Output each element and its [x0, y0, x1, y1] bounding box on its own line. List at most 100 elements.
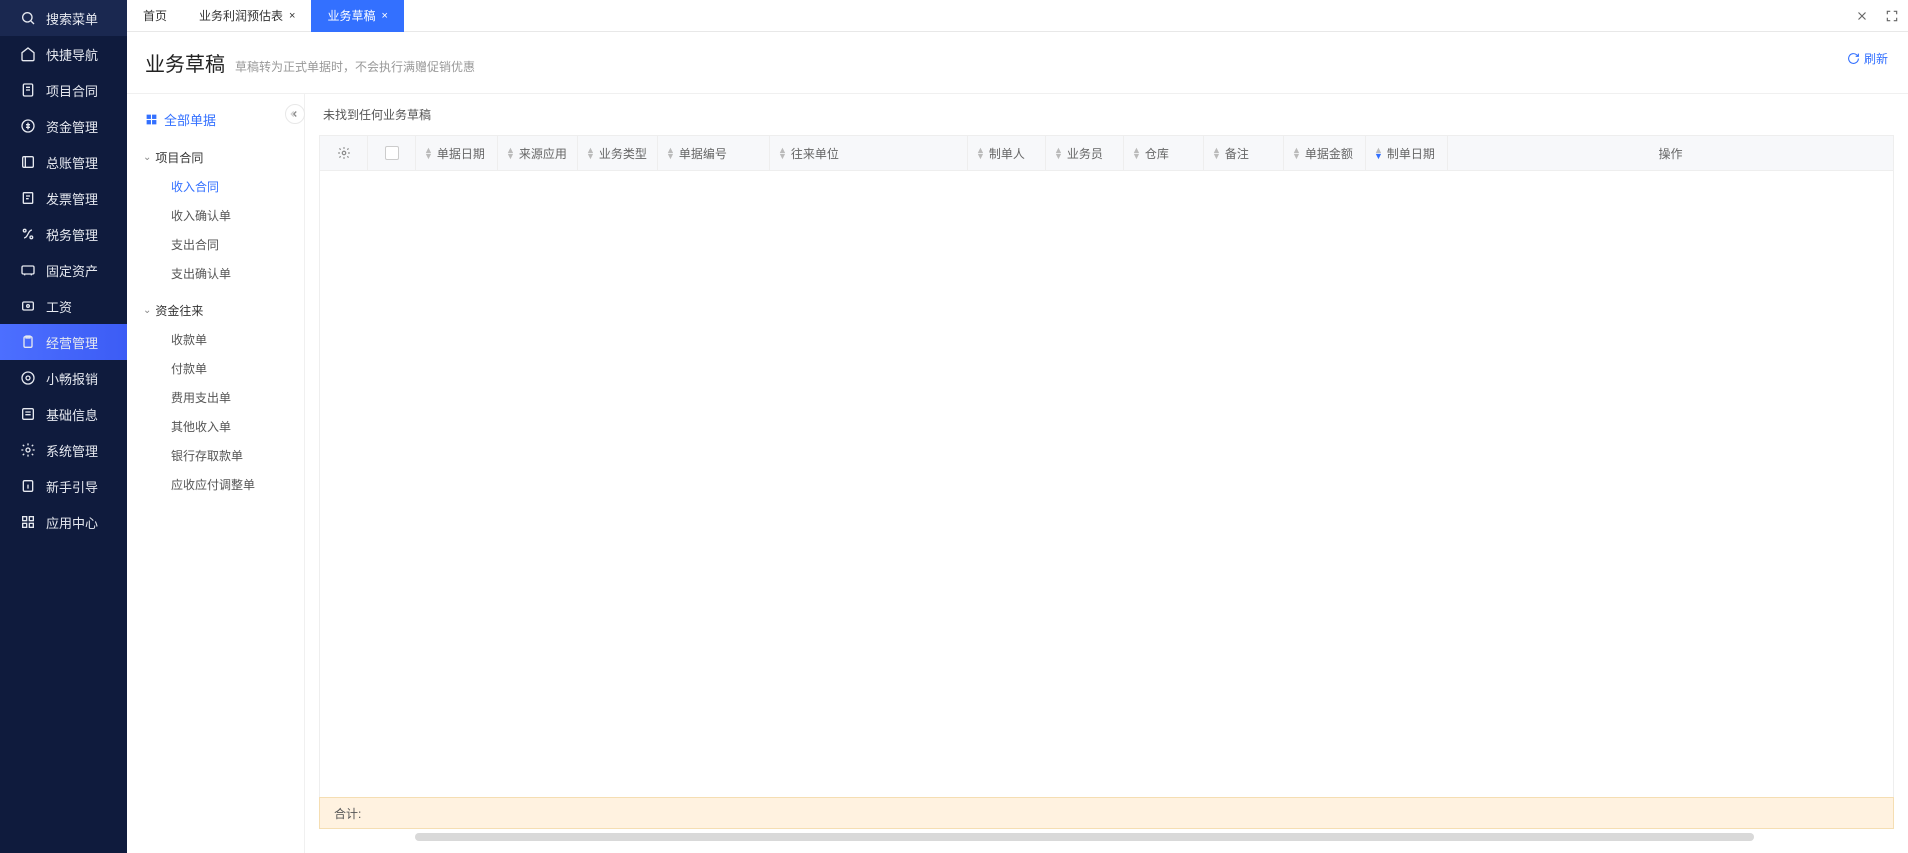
select-all-checkbox[interactable]	[368, 136, 416, 170]
sort-icon: ▲▼	[424, 147, 433, 159]
tree-leaf-ar-ap-adjust[interactable]: 应收应付调整单	[127, 470, 304, 499]
tab-profit-estimate[interactable]: 业务利润预估表 ×	[183, 0, 311, 32]
tree-leaf-expense-confirm[interactable]: 支出确认单	[127, 259, 304, 288]
table: ▲▼单据日期 ▲▼来源应用 ▲▼业务类型 ▲▼单据编号 ▲▼往来单位 ▲▼制单人…	[319, 135, 1894, 843]
refresh-button[interactable]: 刷新	[1847, 50, 1888, 67]
sidebar-item-guide[interactable]: 新手引导	[0, 468, 127, 504]
column-salesperson[interactable]: ▲▼业务员	[1046, 136, 1124, 170]
main-sidebar: 搜索菜单 快捷导航 项目合同 资金管理 总账管理 发票管理 税务管理 固定资产 …	[0, 0, 127, 853]
tree-leaf-expense-bill[interactable]: 费用支出单	[127, 383, 304, 412]
ledger-icon	[18, 152, 38, 172]
column-settings-button[interactable]	[320, 136, 368, 170]
money-icon	[18, 116, 38, 136]
column-warehouse[interactable]: ▲▼仓库	[1124, 136, 1204, 170]
column-actions: 操作	[1448, 136, 1893, 170]
tree-group-funds: ⌄ 资金往来 收款单 付款单 费用支出单 其他收入单 银行存取款单 应收应付调整…	[127, 296, 304, 499]
close-all-tabs-button[interactable]	[1850, 4, 1874, 28]
salary-icon	[18, 296, 38, 316]
collapse-tree-button[interactable]	[285, 104, 305, 124]
column-partner[interactable]: ▲▼往来单位	[770, 136, 968, 170]
column-bill-no[interactable]: ▲▼单据编号	[658, 136, 770, 170]
invoice-icon	[18, 188, 38, 208]
sort-icon: ▲▼	[1374, 147, 1383, 159]
tree-leaf-bank-transfer[interactable]: 银行存取款单	[127, 441, 304, 470]
sidebar-item-label: 应用中心	[46, 513, 98, 532]
sidebar-item-search[interactable]: 搜索菜单	[0, 0, 127, 36]
tab-home[interactable]: 首页	[127, 0, 183, 32]
page-body: 全部单据 ⌄ 项目合同 收入合同 收入确认单 支出合同 支出确认单 ⌄ 资金往来	[127, 94, 1908, 853]
sidebar-item-label: 新手引导	[46, 477, 98, 496]
tab-label: 业务草稿	[327, 7, 375, 24]
horizontal-scrollbar[interactable]	[319, 833, 1894, 843]
chevron-left-icon	[290, 109, 300, 119]
table-footer: 合计:	[319, 797, 1894, 829]
sidebar-item-label: 资金管理	[46, 117, 98, 136]
scroll-thumb[interactable]	[415, 833, 1754, 841]
column-creator[interactable]: ▲▼制单人	[968, 136, 1046, 170]
sidebar-item-contract[interactable]: 项目合同	[0, 72, 127, 108]
reimburse-icon	[18, 368, 38, 388]
tab-label: 业务利润预估表	[199, 7, 283, 24]
column-amount[interactable]: ▲▼单据金额	[1284, 136, 1366, 170]
checkbox-icon	[385, 146, 399, 160]
sidebar-item-invoice[interactable]: 发票管理	[0, 180, 127, 216]
sidebar-item-business[interactable]: 经营管理	[0, 324, 127, 360]
sort-icon: ▲▼	[1054, 147, 1063, 159]
sort-icon: ▲▼	[1212, 147, 1221, 159]
tree-leaf-receipt[interactable]: 收款单	[127, 325, 304, 354]
tree-leaf-payment[interactable]: 付款单	[127, 354, 304, 383]
sidebar-item-quicknav[interactable]: 快捷导航	[0, 36, 127, 72]
sidebar-item-system[interactable]: 系统管理	[0, 432, 127, 468]
tree-group-label: 资金往来	[155, 302, 203, 319]
grid-icon	[145, 113, 158, 126]
sort-icon: ▲▼	[666, 147, 675, 159]
fullscreen-button[interactable]	[1880, 4, 1904, 28]
page-header: 业务草稿 草稿转为正式单据时，不会执行满赠促销优惠 刷新	[127, 32, 1908, 94]
chevron-down-icon: ⌄	[143, 152, 151, 163]
sidebar-item-appcenter[interactable]: 应用中心	[0, 504, 127, 540]
tree-leaf-other-income[interactable]: 其他收入单	[127, 412, 304, 441]
page-subtitle: 草稿转为正式单据时，不会执行满赠促销优惠	[235, 58, 475, 75]
sidebar-item-salary[interactable]: 工资	[0, 288, 127, 324]
sidebar-item-label: 发票管理	[46, 189, 98, 208]
asset-icon	[18, 260, 38, 280]
refresh-icon	[1847, 52, 1860, 65]
page-title: 业务草稿	[145, 48, 225, 77]
column-business-type[interactable]: ▲▼业务类型	[578, 136, 658, 170]
close-icon[interactable]: ×	[381, 10, 387, 22]
sort-icon: ▲▼	[506, 147, 515, 159]
sidebar-item-label: 快捷导航	[46, 45, 98, 64]
tree-all-docs[interactable]: 全部单据	[127, 104, 304, 135]
main-area: 首页 业务利润预估表 × 业务草稿 × 业务草稿 草稿转为正式单据时，不会执行满…	[127, 0, 1908, 853]
info-icon	[18, 404, 38, 424]
sidebar-item-tax[interactable]: 税务管理	[0, 216, 127, 252]
column-bill-date[interactable]: ▲▼单据日期	[416, 136, 498, 170]
document-icon	[18, 80, 38, 100]
column-remark[interactable]: ▲▼备注	[1204, 136, 1284, 170]
sidebar-item-ledger[interactable]: 总账管理	[0, 144, 127, 180]
sidebar-item-label: 经营管理	[46, 333, 98, 352]
guide-icon	[18, 476, 38, 496]
column-create-date[interactable]: ▲▼制单日期	[1366, 136, 1448, 170]
empty-message: 未找到任何业务草稿	[319, 94, 1894, 135]
table-header-row: ▲▼单据日期 ▲▼来源应用 ▲▼业务类型 ▲▼单据编号 ▲▼往来单位 ▲▼制单人…	[319, 135, 1894, 171]
tree-group-title[interactable]: ⌄ 项目合同	[127, 143, 304, 172]
tree-leaf-income-contract[interactable]: 收入合同	[127, 172, 304, 201]
tree-group-title[interactable]: ⌄ 资金往来	[127, 296, 304, 325]
chevron-down-icon: ⌄	[143, 305, 151, 316]
sort-icon: ▲▼	[1292, 147, 1301, 159]
close-icon[interactable]: ×	[289, 10, 295, 22]
tree-group-contract: ⌄ 项目合同 收入合同 收入确认单 支出合同 支出确认单	[127, 143, 304, 288]
sidebar-item-funds[interactable]: 资金管理	[0, 108, 127, 144]
sort-icon: ▲▼	[976, 147, 985, 159]
tree-leaf-income-confirm[interactable]: 收入确认单	[127, 201, 304, 230]
sidebar-item-basicinfo[interactable]: 基础信息	[0, 396, 127, 432]
home-icon	[18, 44, 38, 64]
tree-leaf-expense-contract[interactable]: 支出合同	[127, 230, 304, 259]
tab-business-draft[interactable]: 业务草稿 ×	[311, 0, 403, 32]
sidebar-item-assets[interactable]: 固定资产	[0, 252, 127, 288]
sidebar-item-label: 工资	[46, 297, 72, 316]
column-source-app[interactable]: ▲▼来源应用	[498, 136, 578, 170]
tree-panel: 全部单据 ⌄ 项目合同 收入合同 收入确认单 支出合同 支出确认单 ⌄ 资金往来	[127, 94, 305, 853]
sidebar-item-reimburse[interactable]: 小畅报销	[0, 360, 127, 396]
